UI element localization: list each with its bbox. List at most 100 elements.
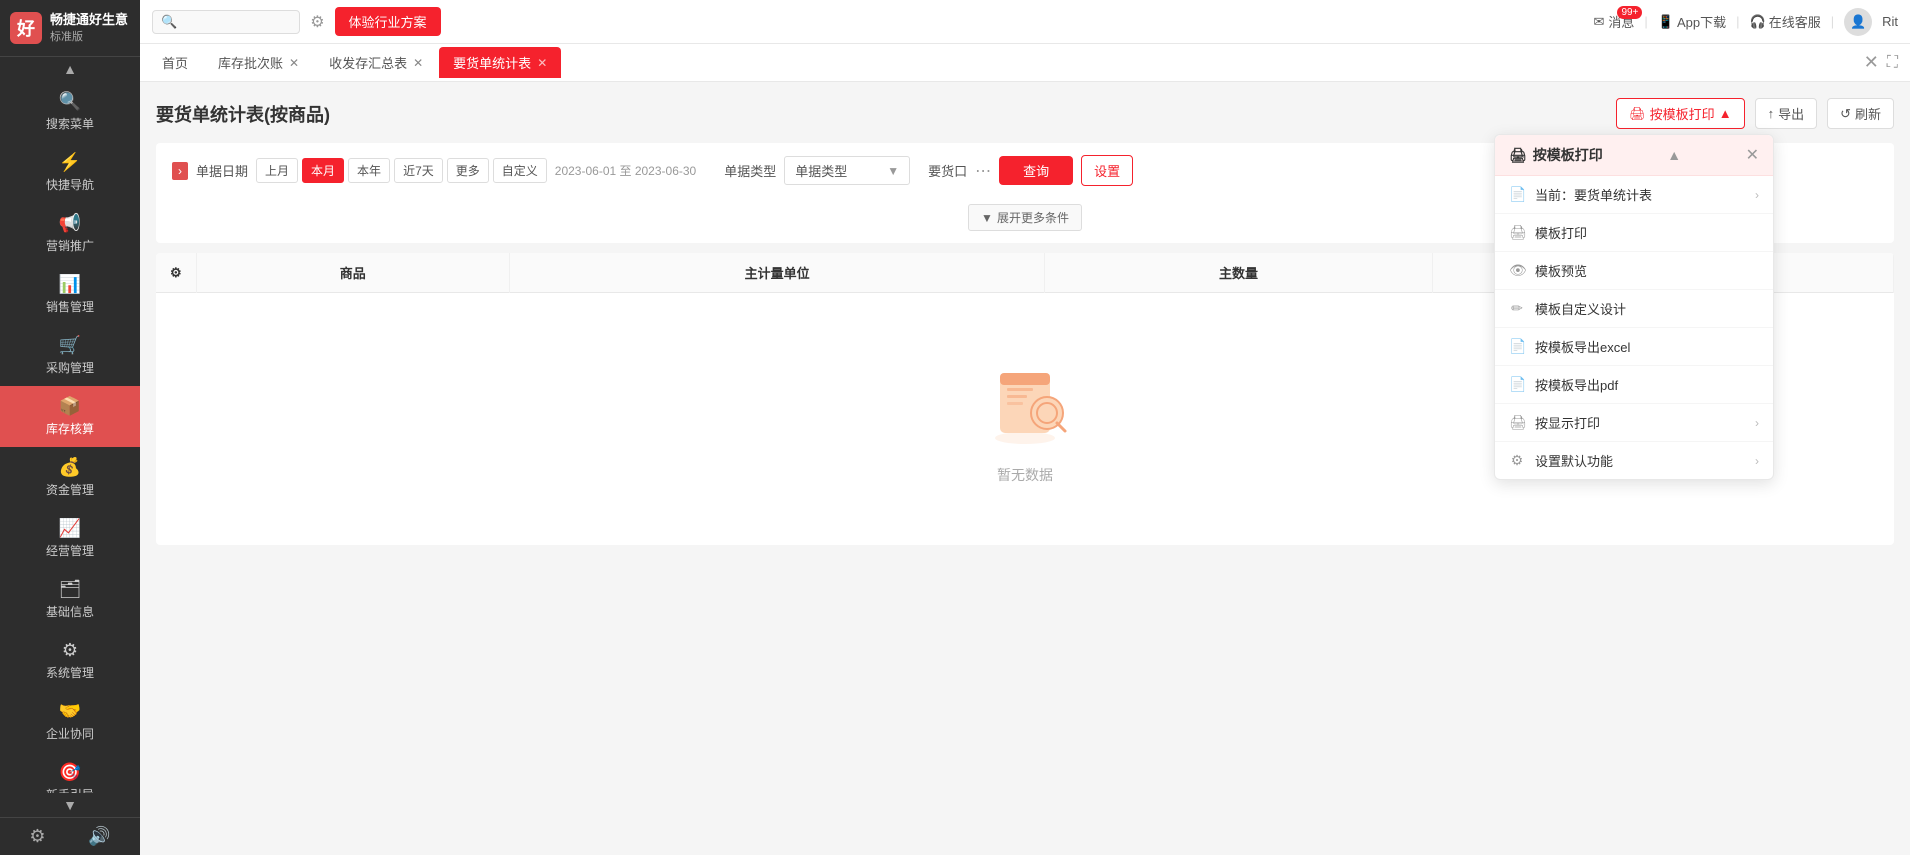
- topbar-username[interactable]: Rit: [1882, 14, 1898, 29]
- dropdown-label-template_preview: 模板预览: [1535, 261, 1587, 280]
- dropdown-item-left-set_default: ⚙设置默认功能: [1509, 451, 1613, 470]
- dropdown-item-display_print[interactable]: 🖨按显示打印›: [1495, 404, 1773, 442]
- headset-icon: 🎧: [1750, 14, 1766, 30]
- print-btn[interactable]: 🖨 按模板打印 ▲: [1616, 98, 1744, 129]
- tab-expand-btn[interactable]: ⛶: [1883, 50, 1902, 76]
- print-dropdown: 🖨 按模板打印 ▲ ✕ 📄 当前：要货单统计表 › 🖨模板打印👁模板预览: [1494, 134, 1774, 480]
- sidebar-item-quick_nav[interactable]: ⚡ 快捷导航: [0, 142, 140, 203]
- sidebar-item-search[interactable]: 🔍搜索菜单: [0, 81, 140, 142]
- trial-btn[interactable]: 体验行业方案: [335, 7, 441, 36]
- sidebar-header: 好 畅捷通好生意 标准版: [0, 0, 140, 57]
- date-btn-上月[interactable]: 上月: [256, 158, 298, 183]
- tab-close-order_summary[interactable]: ✕: [537, 56, 547, 70]
- type-filter-label: 单据类型: [724, 161, 776, 180]
- tab-close-inventory_batch[interactable]: ✕: [289, 56, 299, 70]
- nav-label-operations: 经营管理: [46, 542, 94, 559]
- sidebar-item-purchase[interactable]: 🛒采购管理: [0, 325, 140, 386]
- sidebar-scroll-down-btn[interactable]: ▼: [0, 793, 140, 817]
- date-btn-本年[interactable]: 本年: [348, 158, 390, 183]
- tab-home[interactable]: 首页: [148, 47, 202, 78]
- nav-label-finance: 资金管理: [46, 481, 94, 498]
- print-dropdown-chevron-icon[interactable]: ▲: [1667, 147, 1681, 163]
- filter-toggle-btn[interactable]: ›: [172, 162, 188, 180]
- empty-text: 暂无数据: [997, 465, 1053, 485]
- filter-expand-btn[interactable]: ▼ 展开更多条件: [968, 204, 1082, 231]
- print-dropdown-close-btn[interactable]: ✕: [1746, 145, 1759, 165]
- date-btn-自定义[interactable]: 自定义: [493, 158, 547, 183]
- topbar-avatar[interactable]: 👤: [1844, 8, 1872, 36]
- date-btn-本月[interactable]: 本月: [302, 158, 344, 183]
- sidebar-item-newbie[interactable]: 🎯新手引导: [0, 752, 140, 793]
- dropdown-item-left-display_print: 🖨 按显示打印: [1509, 413, 1600, 432]
- dropdown-item-template_export_excel[interactable]: 📄按模板导出excel: [1495, 328, 1773, 366]
- filter-query-btn[interactable]: 查询: [999, 156, 1073, 185]
- dropdown-label-template_custom_design: 模板自定义设计: [1535, 299, 1626, 318]
- chevron-up-icon: ▲: [1719, 106, 1732, 121]
- tab-collect_summary[interactable]: 收发存汇总表 ✕: [315, 47, 437, 78]
- dropdown-item-template_export_pdf[interactable]: 📄按模板导出pdf: [1495, 366, 1773, 404]
- dropdown-item-template_print[interactable]: 🖨模板打印: [1495, 214, 1773, 252]
- dropdown-icon-template_export_pdf: 📄: [1509, 376, 1525, 393]
- sidebar: 好 畅捷通好生意 标准版 ▲ 🔍搜索菜单 ⚡ 快捷导航 📢营销推广📊销售管理🛒采购管理…: [0, 0, 140, 855]
- nav-label-basic: 基础信息: [46, 603, 94, 620]
- sidebar-volume-btn[interactable]: 🔊: [88, 826, 110, 847]
- dropdown-item-template_preview[interactable]: 👁模板预览: [1495, 252, 1773, 290]
- sidebar-item-finance[interactable]: 💰 资金管理: [0, 447, 140, 508]
- tab-close-collect_summary[interactable]: ✕: [413, 56, 423, 70]
- print-dropdown-title-text: 按模板打印: [1533, 145, 1603, 165]
- topbar-online-service-btn[interactable]: 🎧 在线客服: [1750, 12, 1821, 31]
- sidebar-scroll-up-btn[interactable]: ▲: [0, 57, 140, 81]
- topbar-gear-icon[interactable]: ⚙: [310, 12, 324, 32]
- filter-more-icon[interactable]: ⋯: [975, 161, 991, 181]
- refresh-btn[interactable]: ↺ 刷新: [1827, 98, 1894, 129]
- export-btn-label: 导出: [1778, 104, 1804, 123]
- print-current-template-item[interactable]: 📄 当前：要货单统计表 ›: [1495, 176, 1773, 214]
- dropdown-item-set_default[interactable]: ⚙设置默认功能›: [1495, 442, 1773, 479]
- nav-label-quick_nav: 快捷导航: [46, 176, 94, 193]
- order-type-label: 要货口: [928, 161, 967, 180]
- dropdown-icon-set_default: ⚙: [1509, 452, 1525, 469]
- topbar-search[interactable]: 🔍: [152, 10, 300, 34]
- nav-icon-finance: 💰: [59, 457, 81, 478]
- nav-icon-search: 🔍: [59, 91, 81, 112]
- sidebar-item-enterprise[interactable]: 🤝企业协同: [0, 691, 140, 752]
- topbar-message-btn[interactable]: ✉ 消息 99+: [1593, 12, 1634, 31]
- tab-order_summary[interactable]: 要货单统计表 ✕: [439, 47, 561, 78]
- dropdown-label-display_print: 按显示打印: [1535, 413, 1600, 432]
- date-btn-近7天[interactable]: 近7天: [394, 158, 443, 183]
- topbar-app-download-btn[interactable]: 📱 App下载: [1658, 12, 1726, 31]
- sidebar-item-sales[interactable]: 📊销售管理: [0, 264, 140, 325]
- col-header-settings[interactable]: ⚙: [156, 253, 196, 293]
- topbar: 🔍 ⚙ 体验行业方案 ✉ 消息 99+ | 📱 App下载 | 🎧 在线客服 |…: [140, 0, 1910, 44]
- printer-icon: 🖨: [1629, 106, 1646, 122]
- tab-close-all-btn[interactable]: ✕: [1860, 48, 1883, 77]
- sidebar-item-operations[interactable]: 📈经营管理: [0, 508, 140, 569]
- sidebar-settings-btn[interactable]: ⚙: [29, 826, 45, 847]
- export-btn[interactable]: ↑ 导出: [1755, 98, 1818, 129]
- filter-settings-btn[interactable]: 设置: [1081, 155, 1133, 186]
- tabbar-right: ✕ ⛶: [1860, 48, 1902, 77]
- page-actions: 🖨 按模板打印 ▲ ↑ 导出 ↺ 刷新 🖨: [1616, 98, 1894, 129]
- nav-label-system: 系统管理: [46, 664, 94, 681]
- filter-type-select[interactable]: 单据类型 ▼: [784, 156, 910, 185]
- sidebar-item-basic[interactable]: 🗂基础信息: [0, 569, 140, 630]
- nav-label-purchase: 采购管理: [46, 359, 94, 376]
- tab-label-order_summary: 要货单统计表: [453, 53, 531, 72]
- tab-label-collect_summary: 收发存汇总表: [329, 53, 407, 72]
- online-service-label: 在线客服: [1769, 12, 1821, 31]
- print-btn-label: 按模板打印: [1650, 104, 1715, 123]
- dropdown-icon-display_print: 🖨: [1509, 414, 1525, 431]
- sidebar-item-system[interactable]: ⚙系统管理: [0, 630, 140, 691]
- sidebar-title-block: 畅捷通好生意 标准版: [50, 12, 128, 44]
- sidebar-item-inventory[interactable]: 📦库存核算: [0, 386, 140, 447]
- refresh-icon: ↺: [1840, 106, 1851, 122]
- dropdown-item-template_custom_design[interactable]: ✏模板自定义设计: [1495, 290, 1773, 328]
- nav-icon-quick_nav: ⚡: [59, 152, 81, 173]
- col-header-product: 商品: [196, 253, 509, 293]
- dropdown-label-template_export_excel: 按模板导出excel: [1535, 337, 1630, 356]
- date-btn-更多[interactable]: 更多: [447, 158, 489, 183]
- tab-inventory_batch[interactable]: 库存批次账✕: [204, 47, 313, 78]
- date-filter-label: 单据日期: [196, 161, 248, 180]
- sidebar-item-marketing[interactable]: 📢营销推广: [0, 203, 140, 264]
- search-input[interactable]: [181, 15, 291, 29]
